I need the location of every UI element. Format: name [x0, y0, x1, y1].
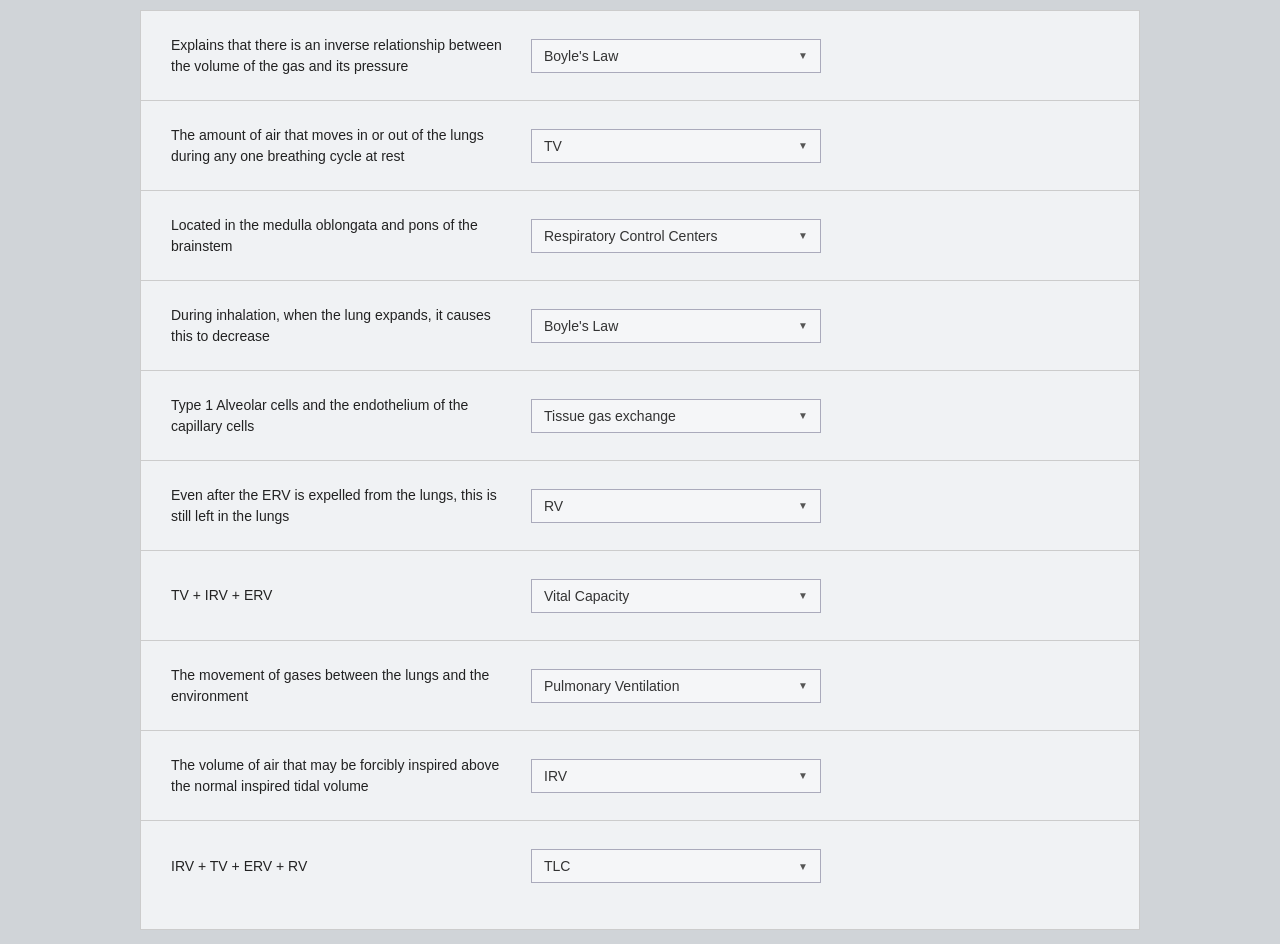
quiz-row: The volume of air that may be forcibly i…: [141, 731, 1139, 821]
answer-dropdown[interactable]: Boyle's Law ▼: [531, 309, 821, 343]
question-text: During inhalation, when the lung expands…: [171, 305, 531, 347]
dropdown-selected-text: RV: [544, 498, 790, 514]
chevron-down-icon: ▼: [798, 320, 808, 331]
quiz-row: The movement of gases between the lungs …: [141, 641, 1139, 731]
question-text: Located in the medulla oblongata and pon…: [171, 215, 531, 257]
question-text: Explains that there is an inverse relati…: [171, 35, 531, 77]
chevron-down-icon: ▼: [798, 861, 808, 872]
question-text: IRV + TV + ERV + RV: [171, 856, 531, 877]
quiz-row: The amount of air that moves in or out o…: [141, 101, 1139, 191]
dropdown-selected-text: Vital Capacity: [544, 588, 790, 604]
answer-dropdown[interactable]: IRV ▼: [531, 759, 821, 793]
chevron-down-icon: ▼: [798, 230, 808, 241]
dropdown-selected-text: Boyle's Law: [544, 318, 790, 334]
chevron-down-icon: ▼: [798, 680, 808, 691]
quiz-row: TV + IRV + ERV Vital Capacity ▼: [141, 551, 1139, 641]
question-text: The movement of gases between the lungs …: [171, 665, 531, 707]
answer-dropdown[interactable]: Boyle's Law ▼: [531, 39, 821, 73]
answer-dropdown[interactable]: RV ▼: [531, 489, 821, 523]
dropdown-selected-text: TLC: [544, 858, 790, 874]
quiz-row: During inhalation, when the lung expands…: [141, 281, 1139, 371]
dropdown-selected-text: TV: [544, 138, 790, 154]
quiz-row: Explains that there is an inverse relati…: [141, 11, 1139, 101]
dropdown-selected-text: Respiratory Control Centers: [544, 228, 790, 244]
question-text: Type 1 Alveolar cells and the endotheliu…: [171, 395, 531, 437]
quiz-row: IRV + TV + ERV + RV TLC ▼: [141, 821, 1139, 911]
chevron-down-icon: ▼: [798, 770, 808, 781]
answer-dropdown[interactable]: Tissue gas exchange ▼: [531, 399, 821, 433]
dropdown-selected-text: Tissue gas exchange: [544, 408, 790, 424]
answer-dropdown[interactable]: TV ▼: [531, 129, 821, 163]
main-panel: Explains that there is an inverse relati…: [140, 10, 1140, 930]
question-text: The amount of air that moves in or out o…: [171, 125, 531, 167]
quiz-row: Even after the ERV is expelled from the …: [141, 461, 1139, 551]
quiz-row: Located in the medulla oblongata and pon…: [141, 191, 1139, 281]
chevron-down-icon: ▼: [798, 50, 808, 61]
answer-dropdown[interactable]: Pulmonary Ventilation ▼: [531, 669, 821, 703]
chevron-down-icon: ▼: [798, 590, 808, 601]
chevron-down-icon: ▼: [798, 500, 808, 511]
chevron-down-icon: ▼: [798, 140, 808, 151]
dropdown-selected-text: IRV: [544, 768, 790, 784]
question-text: The volume of air that may be forcibly i…: [171, 755, 531, 797]
dropdown-selected-text: Pulmonary Ventilation: [544, 678, 790, 694]
question-text: TV + IRV + ERV: [171, 585, 531, 606]
answer-dropdown[interactable]: Respiratory Control Centers ▼: [531, 219, 821, 253]
chevron-down-icon: ▼: [798, 410, 808, 421]
question-text: Even after the ERV is expelled from the …: [171, 485, 531, 527]
answer-dropdown[interactable]: Vital Capacity ▼: [531, 579, 821, 613]
answer-dropdown[interactable]: TLC ▼: [531, 849, 821, 883]
quiz-row: Type 1 Alveolar cells and the endotheliu…: [141, 371, 1139, 461]
page-container: Explains that there is an inverse relati…: [0, 0, 1280, 944]
dropdown-selected-text: Boyle's Law: [544, 48, 790, 64]
